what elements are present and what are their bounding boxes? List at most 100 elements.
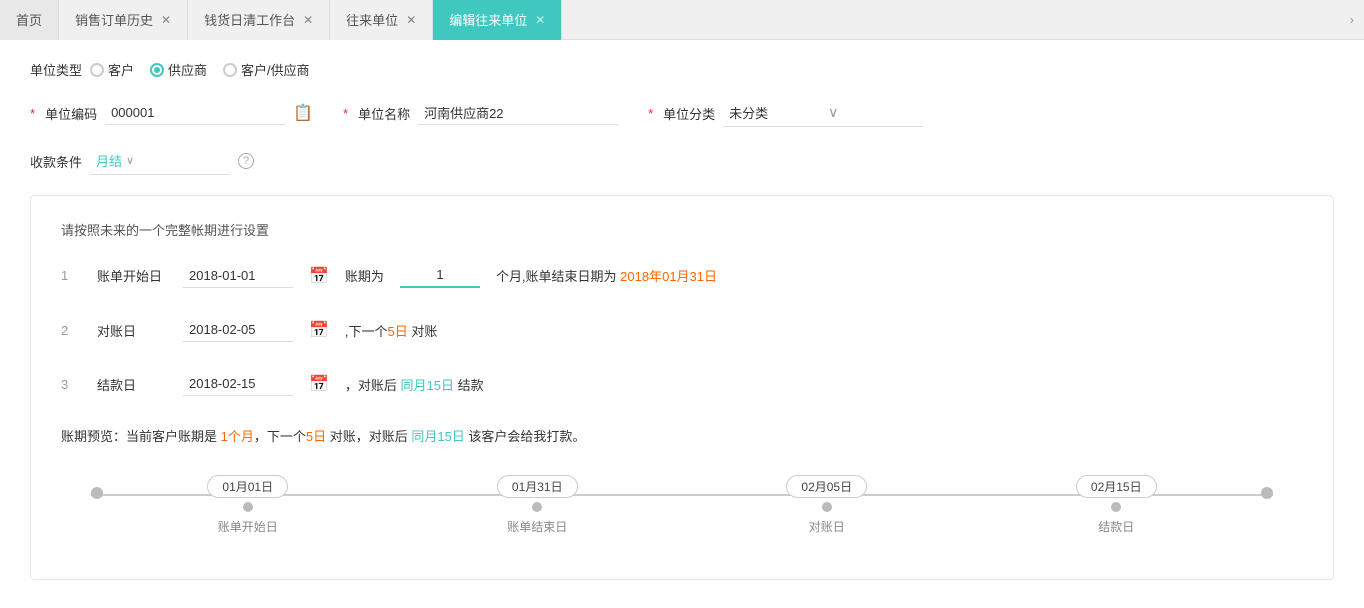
- timeline-badge-1: 01月01日: [207, 475, 288, 498]
- tab-partner-label: 往来单位: [346, 10, 398, 29]
- radio-customer-circle: [90, 63, 104, 77]
- period-text-before: 账期为: [345, 266, 384, 285]
- timeline-dot-4: [1111, 502, 1121, 512]
- payment-terms-arrow: ∨: [126, 154, 134, 167]
- payment-date-input[interactable]: [183, 372, 293, 396]
- tab-edit-partner[interactable]: 编辑往来单位 ✕: [433, 0, 562, 40]
- start-dot: [91, 487, 103, 499]
- unit-type-label: 单位类型: [30, 60, 82, 79]
- preview-middle1: ，下一个: [254, 429, 306, 444]
- tab-sales-history-label: 销售订单历史: [75, 10, 153, 29]
- row-num-2: 2: [61, 323, 81, 338]
- payment-terms-select[interactable]: 月结 ∨: [90, 147, 230, 175]
- timeline-container: 01月01日 账单开始日 01月31日 账单结束日 02月05日: [61, 475, 1303, 535]
- preview-middle2: 对账，对账后: [326, 429, 411, 444]
- timeline-dot-1: [243, 502, 253, 512]
- row-label-3: 结款日: [97, 375, 167, 394]
- tab-edit-partner-close[interactable]: ✕: [535, 13, 545, 27]
- period-row-1: 1 账单开始日 📅 账期为 个月,账单结束日期为 2018年01月31日: [61, 263, 1303, 288]
- row-num-1: 1: [61, 268, 81, 283]
- unit-name-input[interactable]: [418, 101, 618, 125]
- tab-home[interactable]: 首页: [0, 0, 59, 40]
- tab-sales-history-close[interactable]: ✕: [161, 13, 171, 27]
- start-date-input[interactable]: [183, 264, 293, 288]
- timeline-node-4: 02月15日 结款日: [972, 475, 1262, 535]
- preview-highlight1: 1个月: [221, 429, 254, 444]
- chevron-down-icon: ∨: [828, 104, 838, 121]
- unit-type-field: 单位类型 客户 供应商 客户/供应商: [30, 60, 310, 79]
- tab-cash-daily-close[interactable]: ✕: [303, 13, 313, 27]
- timeline-node-1: 01月01日 账单开始日: [103, 475, 393, 535]
- reconcile-date-input[interactable]: [183, 318, 293, 342]
- tab-partner-close[interactable]: ✕: [406, 13, 416, 27]
- radio-both-circle: [223, 63, 237, 77]
- timeline-points: 01月01日 账单开始日 01月31日 账单结束日 02月05日: [91, 475, 1273, 535]
- tab-sales-history[interactable]: 销售订单历史 ✕: [59, 0, 188, 40]
- unit-category-label: 单位分类: [663, 104, 715, 123]
- period-text-after: 个月,账单结束日期为 2018年01月31日: [496, 266, 717, 285]
- unit-category-value: 未分类: [729, 103, 768, 122]
- start-date-cal-icon[interactable]: 📅: [309, 266, 329, 286]
- timeline-label-3: 对账日: [809, 518, 845, 535]
- end-dot: [1261, 487, 1273, 499]
- preview-section: 账期预览：当前客户账期是 1个月，下一个5日 对账，对账后 同月15日 该客户会…: [61, 406, 1303, 555]
- timeline-label-2: 账单结束日: [507, 518, 567, 535]
- unit-code-star: *: [30, 106, 35, 121]
- period-section: 请按照未来的一个完整帐期进行设置 1 账单开始日 📅 账期为 个月,账单结束日期…: [30, 195, 1334, 580]
- preview-text: 账期预览：当前客户账期是 1个月，下一个5日 对账，对账后 同月15日 该客户会…: [61, 426, 1303, 445]
- timeline-node-3: 02月05日 对账日: [682, 475, 972, 535]
- unit-type-row: 单位类型 客户 供应商 客户/供应商: [30, 60, 1334, 79]
- radio-supplier[interactable]: 供应商: [150, 60, 207, 79]
- payment-date-cal-icon[interactable]: 📅: [309, 374, 329, 394]
- tab-cash-daily[interactable]: 钱货日清工作台 ✕: [188, 0, 330, 40]
- timeline-label-1: 账单开始日: [218, 518, 278, 535]
- period-end-date: 2018年01月31日: [620, 269, 717, 284]
- timeline-badge-4: 02月15日: [1076, 475, 1157, 498]
- row-label-2: 对账日: [97, 321, 167, 340]
- timeline-badge-3: 02月05日: [786, 475, 867, 498]
- timeline-end-dot: [1261, 487, 1273, 499]
- tab-more-button[interactable]: ›: [1340, 0, 1364, 40]
- payment-day-highlight: 同月15日: [401, 378, 454, 393]
- timeline-label-4: 结款日: [1098, 518, 1134, 535]
- timeline-badge-2: 01月31日: [497, 475, 578, 498]
- main-content: 单位类型 客户 供应商 客户/供应商 * 单位编码: [0, 40, 1364, 608]
- reconcile-date-cal-icon[interactable]: 📅: [309, 320, 329, 340]
- payment-text: ，对账后 同月15日 结款: [345, 375, 484, 394]
- tab-edit-partner-label: 编辑往来单位: [449, 10, 527, 29]
- radio-customer[interactable]: 客户: [90, 60, 134, 79]
- radio-customer-label: 客户: [108, 60, 134, 79]
- timeline-node-2: 01月31日 账单结束日: [393, 475, 683, 535]
- unit-info-row: * 单位编码 📋 * 单位名称 * 单位分类 未分类 ∨: [30, 99, 1334, 127]
- unit-code-label: 单位编码: [45, 104, 97, 123]
- timeline-dot-2: [532, 502, 542, 512]
- section-title: 请按照未来的一个完整帐期进行设置: [61, 220, 1303, 239]
- preview-highlight3: 同月15日: [411, 429, 464, 444]
- radio-both-label: 客户/供应商: [241, 60, 310, 79]
- timeline-start-dot: [91, 487, 103, 499]
- row-num-3: 3: [61, 377, 81, 392]
- period-row-2: 2 对账日 📅 ,下一个5日 对账: [61, 318, 1303, 342]
- radio-both[interactable]: 客户/供应商: [223, 60, 310, 79]
- preview-highlight2: 5日: [306, 429, 326, 444]
- reconcile-text: ,下一个5日 对账: [345, 321, 437, 340]
- preview-suffix: 该客户会给我打款。: [465, 429, 586, 444]
- tab-bar: 首页 销售订单历史 ✕ 钱货日清工作台 ✕ 往来单位 ✕ 编辑往来单位 ✕ ›: [0, 0, 1364, 40]
- preview-prefix: 账期预览：当前客户账期是: [61, 429, 221, 444]
- radio-supplier-circle: [150, 63, 164, 77]
- payment-terms-row: 收款条件 月结 ∨ ?: [30, 147, 1334, 175]
- radio-group-unit-type: 客户 供应商 客户/供应商: [90, 60, 310, 79]
- period-months-input[interactable]: [400, 263, 480, 288]
- period-row-3: 3 结款日 📅 ，对账后 同月15日 结款: [61, 372, 1303, 396]
- row-label-1: 账单开始日: [97, 266, 167, 285]
- tab-cash-daily-label: 钱货日清工作台: [204, 10, 295, 29]
- unit-category-star: *: [648, 106, 653, 121]
- payment-terms-value: 月结: [96, 151, 122, 170]
- help-icon[interactable]: ?: [238, 153, 254, 169]
- unit-code-copy-icon[interactable]: 📋: [293, 103, 313, 123]
- payment-terms-label: 收款条件: [30, 152, 82, 171]
- unit-category-select[interactable]: 未分类 ∨: [723, 99, 923, 127]
- tab-partner[interactable]: 往来单位 ✕: [330, 0, 433, 40]
- unit-code-input[interactable]: [105, 101, 285, 125]
- tab-home-label: 首页: [16, 10, 42, 29]
